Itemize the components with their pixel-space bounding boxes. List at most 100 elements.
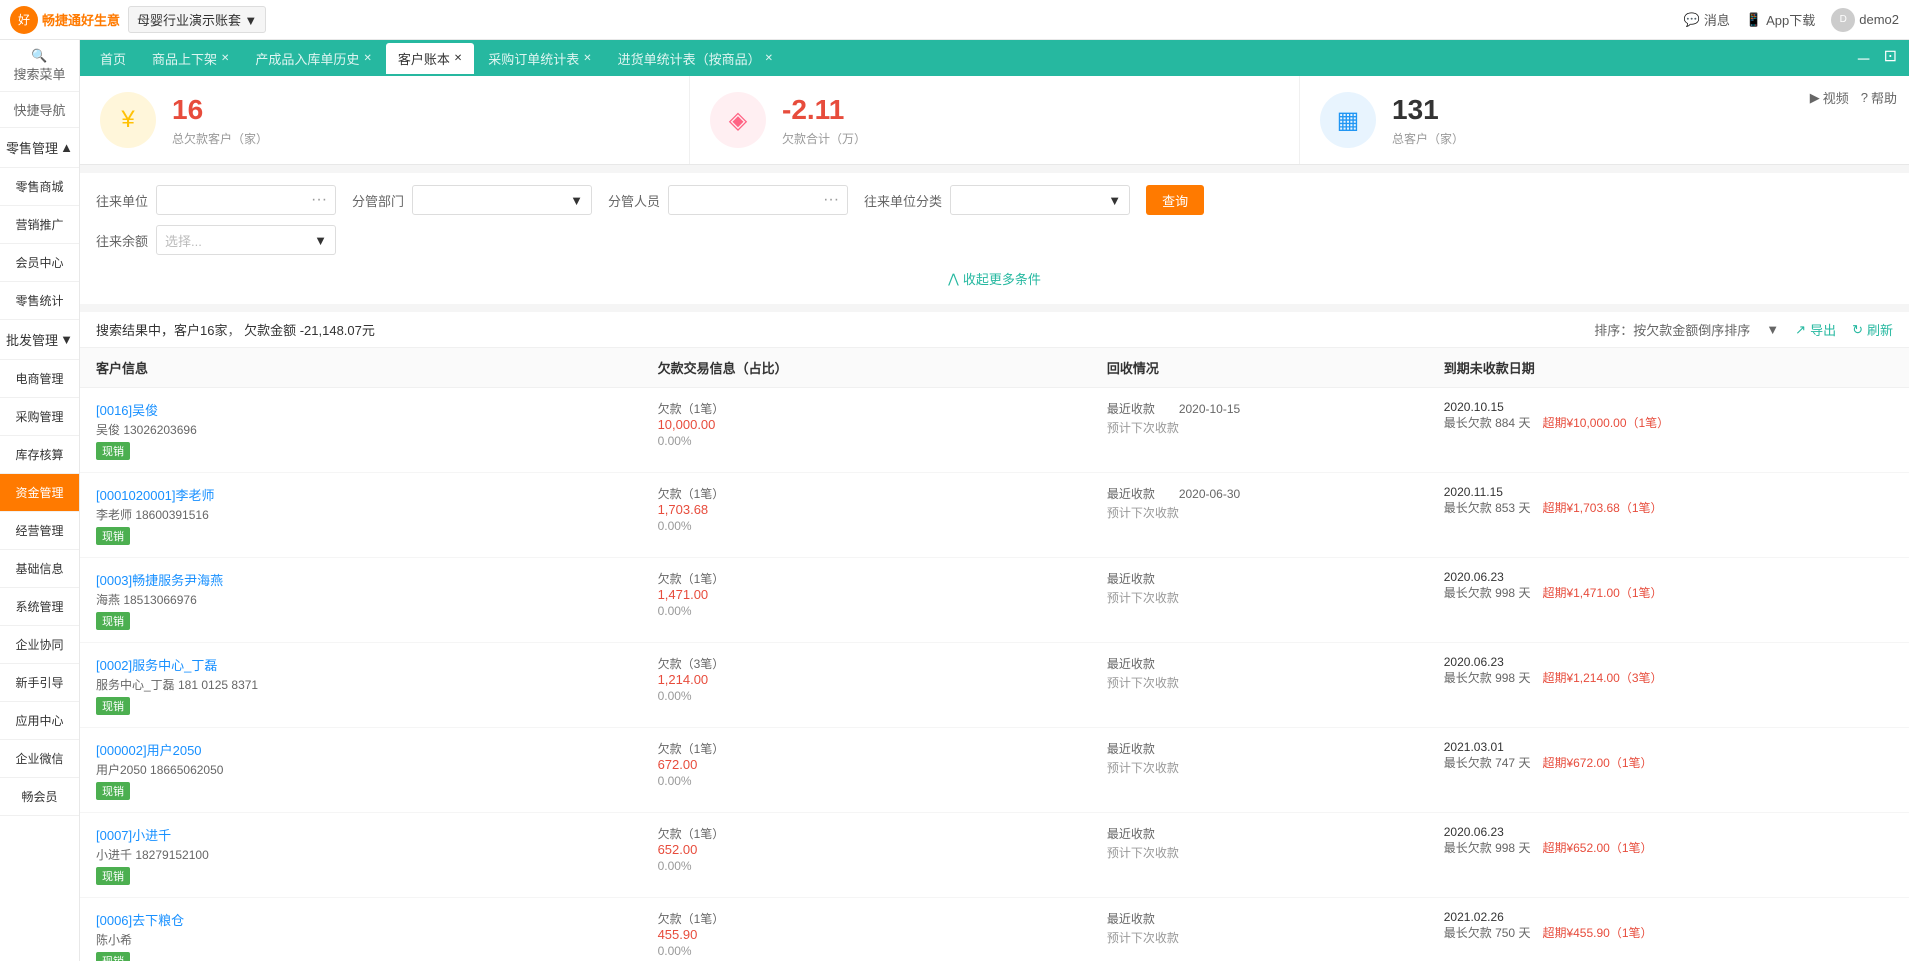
tab-import-stats[interactable]: 进货单统计表（按商品） ✕ bbox=[606, 43, 785, 74]
debt-info-4: 欠款（3笔） 1,214.00 0.00% bbox=[658, 655, 1107, 703]
card-icon-debt-total: ◈ bbox=[710, 92, 766, 148]
overdue-link-2[interactable]: 超期¥1,703.68（1笔） bbox=[1542, 501, 1662, 515]
store-name[interactable]: 母婴行业演示账套 ▼ bbox=[128, 6, 266, 33]
sidebar-item-operations[interactable]: 经营管理 bbox=[0, 512, 79, 550]
debt-info-2: 欠款（1笔） 1,703.68 0.00% bbox=[658, 485, 1107, 533]
sidebar-item-purchase[interactable]: 采购管理 bbox=[0, 398, 79, 436]
tab-bar: 首页 商品上下架 ✕ 产成品入库单历史 ✕ 客户账本 ✕ 采购订单统计表 ✕ 进… bbox=[80, 40, 1909, 76]
recovery-2: 最近收款 2020-06-30 预计下次收款 bbox=[1107, 485, 1444, 521]
debt-total-value: -2.11 bbox=[782, 94, 1279, 126]
tab-products[interactable]: 商品上下架 ✕ bbox=[140, 43, 241, 74]
tab-close-products[interactable]: ✕ bbox=[221, 53, 229, 64]
page-content: ¥ 16 总欠款客户（家） ◈ -2.11 欠款合计（万） ▦ bbox=[80, 76, 1909, 961]
due-date-3: 2020.06.23 最长欠款 998 天 超期¥1,471.00（1笔） bbox=[1444, 570, 1893, 601]
sidebar-item-vip[interactable]: 畅会员 bbox=[0, 778, 79, 816]
tab-close-customer-account[interactable]: ✕ bbox=[454, 53, 462, 64]
overdue-link-1[interactable]: 超期¥10,000.00（1笔） bbox=[1542, 416, 1669, 430]
sidebar-item-marketing[interactable]: 营销推广 bbox=[0, 206, 79, 244]
sidebar-item-finance[interactable]: 资金管理 bbox=[0, 474, 79, 512]
customer-info-7: [0006]去下粮仓 陈小希 现销 bbox=[96, 910, 658, 961]
due-date-4: 2020.06.23 最长欠款 998 天 超期¥1,214.00（3笔） bbox=[1444, 655, 1893, 686]
table-row: [000002]用户2050 用户2050 18665062050 现销 欠款（… bbox=[80, 728, 1909, 813]
customer-name-4[interactable]: [0002]服务中心_丁磊 bbox=[96, 655, 658, 674]
tab-customer-account[interactable]: 客户账本 ✕ bbox=[386, 43, 474, 74]
unit-class-select[interactable]: ▼ bbox=[950, 185, 1130, 215]
customer-phone-6: 小进千 18279152100 bbox=[96, 846, 658, 863]
tab-close-production[interactable]: ✕ bbox=[363, 53, 371, 64]
source-unit-dots[interactable]: ··· bbox=[311, 191, 327, 209]
overdue-link-7[interactable]: 超期¥455.90（1笔） bbox=[1542, 926, 1652, 940]
customer-name-6[interactable]: [0007]小进千 bbox=[96, 825, 658, 844]
sidebar-item-inventory[interactable]: 库存核算 bbox=[0, 436, 79, 474]
due-date-7: 2021.02.26 最长欠款 750 天 超期¥455.90（1笔） bbox=[1444, 910, 1893, 941]
person-input[interactable]: ··· bbox=[668, 185, 848, 215]
content-area: 首页 商品上下架 ✕ 产成品入库单历史 ✕ 客户账本 ✕ 采购订单统计表 ✕ 进… bbox=[80, 40, 1909, 961]
sidebar-item-enterprise[interactable]: 企业协同 bbox=[0, 626, 79, 664]
filter-unit-class: 往来单位分类 ▼ bbox=[864, 185, 1130, 215]
sidebar-item-wechat[interactable]: 企业微信 bbox=[0, 740, 79, 778]
results-toolbar: 搜索结果中，客户16家， 欠款金额 -21,148.07元 排序：按欠款金额倒序… bbox=[80, 312, 1909, 348]
summary-card-customers: ▦ 131 总客户（家） ▶ 视频 ? 帮助 bbox=[1300, 76, 1909, 164]
tab-home[interactable]: 首页 bbox=[88, 43, 138, 74]
results-actions: 排序：按欠款金额倒序排序 ▼ ↗ 导出 ↻ 刷新 bbox=[1594, 320, 1893, 339]
refresh-button[interactable]: ↻ 刷新 bbox=[1852, 320, 1893, 339]
debt-info-5: 欠款（1笔） 672.00 0.00% bbox=[658, 740, 1107, 788]
top-bar-left: 好 畅捷通好生意 母婴行业演示账套 ▼ bbox=[10, 6, 266, 34]
due-date-1: 2020.10.15 最长欠款 884 天 超期¥10,000.00（1笔） bbox=[1444, 400, 1893, 431]
debt-customers-value: 16 bbox=[172, 94, 669, 126]
export-button[interactable]: ↗ 导出 bbox=[1795, 320, 1836, 339]
tab-close-purchase-stats[interactable]: ✕ bbox=[583, 53, 591, 64]
source-unit-input[interactable]: ··· bbox=[156, 185, 336, 215]
collapse-button[interactable]: ⋀ 收起更多条件 bbox=[96, 265, 1893, 292]
sidebar-item-retail-mgmt[interactable]: 零售管理 ▲ bbox=[0, 128, 79, 168]
sidebar-item-system[interactable]: 系统管理 bbox=[0, 588, 79, 626]
card-info-debt-total: -2.11 欠款合计（万） bbox=[782, 94, 1279, 147]
search-button[interactable]: 查询 bbox=[1146, 185, 1204, 215]
balance-select[interactable]: 选择... ▼ bbox=[156, 225, 336, 255]
customer-name-1[interactable]: [0016]吴俊 bbox=[96, 400, 658, 419]
overdue-link-3[interactable]: 超期¥1,471.00（1笔） bbox=[1542, 586, 1662, 600]
user-menu[interactable]: D demo2 bbox=[1831, 8, 1899, 32]
sidebar-search[interactable]: 🔍 搜索菜单 bbox=[0, 40, 79, 92]
dept-select[interactable]: ▼ bbox=[412, 185, 592, 215]
person-dots[interactable]: ··· bbox=[823, 191, 839, 209]
card-icon-customers: ▦ bbox=[1320, 92, 1376, 148]
message-button[interactable]: 💬 消息 bbox=[1684, 10, 1730, 29]
filter-dept: 分管部门 ▼ bbox=[352, 185, 592, 215]
customer-name-2[interactable]: [0001020001]李老师 bbox=[96, 485, 658, 504]
customer-info-2: [0001020001]李老师 李老师 18600391516 现销 bbox=[96, 485, 658, 545]
overdue-link-4[interactable]: 超期¥1,214.00（3笔） bbox=[1542, 671, 1662, 685]
customer-name-3[interactable]: [0003]畅捷服务尹海燕 bbox=[96, 570, 658, 589]
customer-phone-1: 吴俊 13026203696 bbox=[96, 421, 658, 438]
sidebar-quick-nav[interactable]: 快捷导航 bbox=[0, 92, 79, 128]
debt-total-label: 欠款合计（万） bbox=[782, 130, 1279, 147]
help-button[interactable]: ? 帮助 bbox=[1861, 88, 1897, 107]
video-button[interactable]: ▶ 视频 bbox=[1810, 88, 1849, 107]
customer-name-5[interactable]: [000002]用户2050 bbox=[96, 740, 658, 759]
app-download-button[interactable]: 📱 App下载 bbox=[1746, 10, 1815, 29]
tab-maximize-button[interactable]: ⊡ bbox=[1880, 46, 1901, 70]
tab-minimize-button[interactable]: － bbox=[1852, 46, 1876, 70]
filter-source-unit: 往来单位 ··· bbox=[96, 185, 336, 215]
card-icon-debt: ¥ bbox=[100, 92, 156, 148]
sidebar-item-retail-mall[interactable]: 零售商城 bbox=[0, 168, 79, 206]
customer-name-7[interactable]: [0006]去下粮仓 bbox=[96, 910, 658, 929]
sidebar-item-member[interactable]: 会员中心 bbox=[0, 244, 79, 282]
sidebar-item-ecommerce[interactable]: 电商管理 bbox=[0, 360, 79, 398]
overdue-link-6[interactable]: 超期¥652.00（1笔） bbox=[1542, 841, 1652, 855]
sidebar-item-guide[interactable]: 新手引导 bbox=[0, 664, 79, 702]
main-layout: 🔍 搜索菜单 快捷导航 零售管理 ▲ 零售商城 营销推广 会员中心 零售统计 批… bbox=[0, 40, 1909, 961]
customer-phone-7: 陈小希 bbox=[96, 931, 658, 948]
sidebar-item-retail-stats[interactable]: 零售统计 bbox=[0, 282, 79, 320]
tab-purchase-stats[interactable]: 采购订单统计表 ✕ bbox=[476, 43, 603, 74]
tab-close-import-stats[interactable]: ✕ bbox=[765, 53, 773, 64]
tab-production[interactable]: 产成品入库单历史 ✕ bbox=[243, 43, 383, 74]
overdue-link-5[interactable]: 超期¥672.00（1笔） bbox=[1542, 756, 1652, 770]
sidebar-item-app-center[interactable]: 应用中心 bbox=[0, 702, 79, 740]
recovery-1: 最近收款 2020-10-15 预计下次收款 bbox=[1107, 400, 1444, 436]
sidebar-item-batch-mgmt[interactable]: 批发管理 ▼ bbox=[0, 320, 79, 360]
header-customer-info: 客户信息 bbox=[96, 358, 658, 377]
sidebar-item-basic-info[interactable]: 基础信息 bbox=[0, 550, 79, 588]
debt-customers-label: 总欠款客户（家） bbox=[172, 130, 669, 147]
header-due-date: 到期未收款日期 bbox=[1444, 358, 1893, 377]
